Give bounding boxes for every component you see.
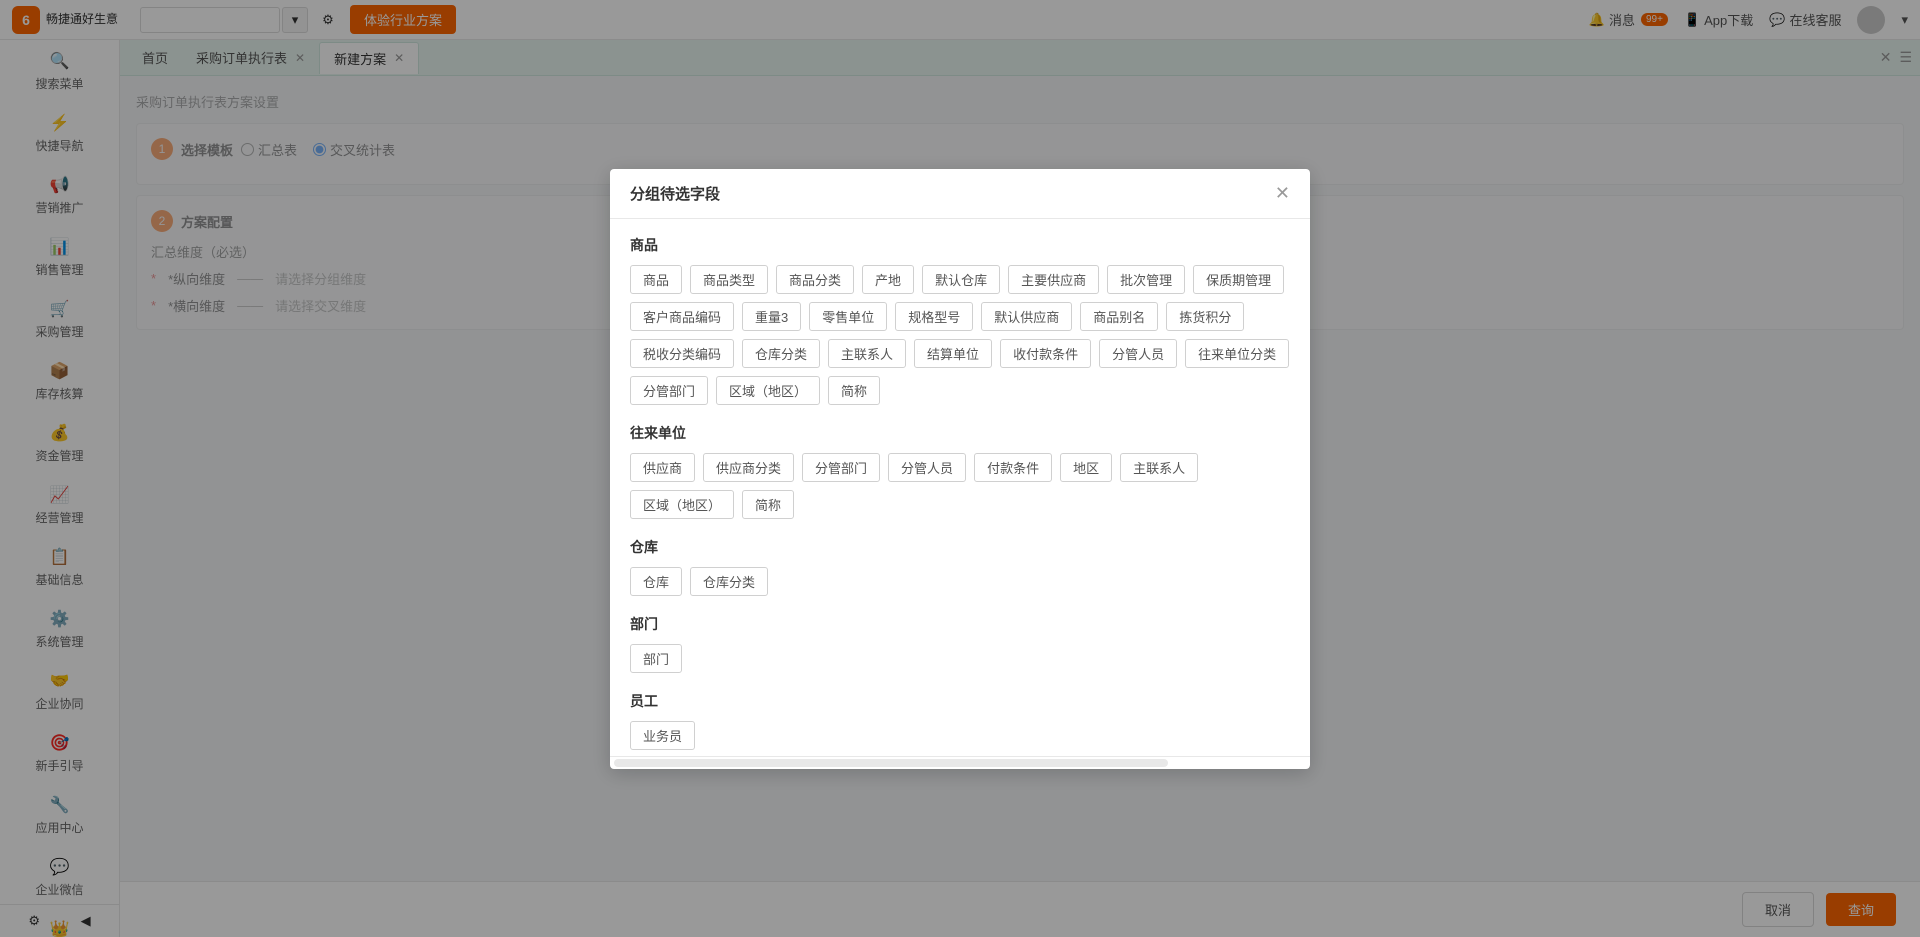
section-title-1: 往来单位 — [630, 423, 1290, 443]
field-tag-0-5[interactable]: 主要供应商 — [1008, 265, 1099, 294]
field-tag-1-7[interactable]: 区域（地区） — [630, 490, 734, 519]
field-tag-0-4[interactable]: 默认仓库 — [922, 265, 1000, 294]
field-tag-1-6[interactable]: 主联系人 — [1120, 453, 1198, 482]
field-tag-0-10[interactable]: 零售单位 — [809, 302, 887, 331]
field-section-往来单位: 往来单位供应商供应商分类分管部门分管人员付款条件地区主联系人区域（地区） 简称 — [630, 423, 1290, 519]
field-tag-0-6[interactable]: 批次管理 — [1107, 265, 1185, 294]
field-tag-1-1[interactable]: 供应商分类 — [703, 453, 794, 482]
field-section-员工: 员工业务员 — [630, 691, 1290, 750]
section-tags-3: 部门 — [630, 644, 1290, 673]
field-tag-0-11[interactable]: 规格型号 — [895, 302, 973, 331]
field-tag-0-0[interactable]: 商品 — [630, 265, 682, 294]
field-tag-1-4[interactable]: 付款条件 — [974, 453, 1052, 482]
modal-header: 分组待选字段 ✕ — [610, 169, 1310, 219]
field-tag-0-17[interactable]: 主联系人 — [828, 339, 906, 368]
section-title-0: 商品 — [630, 235, 1290, 255]
field-tag-2-0[interactable]: 仓库 — [630, 567, 682, 596]
field-section-部门: 部门部门 — [630, 614, 1290, 673]
field-tag-3-0[interactable]: 部门 — [630, 644, 682, 673]
section-title-3: 部门 — [630, 614, 1290, 634]
field-tag-1-8[interactable]: 简称 — [742, 490, 794, 519]
field-tag-0-23[interactable]: 区域（地区） — [716, 376, 820, 405]
section-title-2: 仓库 — [630, 537, 1290, 557]
field-tag-4-0[interactable]: 业务员 — [630, 721, 695, 750]
field-tag-0-3[interactable]: 产地 — [862, 265, 914, 294]
section-tags-0: 商品商品类型商品分类产地默认仓库主要供应商批次管理保质期管理客户商品编码重量3 零… — [630, 265, 1290, 405]
field-tag-0-24[interactable]: 简称 — [828, 376, 880, 405]
field-tag-1-5[interactable]: 地区 — [1060, 453, 1112, 482]
field-tag-0-8[interactable]: 客户商品编码 — [630, 302, 734, 331]
field-tag-1-0[interactable]: 供应商 — [630, 453, 695, 482]
section-tags-2: 仓库仓库分类 — [630, 567, 1290, 596]
field-tag-0-13[interactable]: 商品别名 — [1080, 302, 1158, 331]
field-tag-0-19[interactable]: 收付款条件 — [1000, 339, 1091, 368]
field-tag-2-1[interactable]: 仓库分类 — [690, 567, 768, 596]
field-tag-0-22[interactable]: 分管部门 — [630, 376, 708, 405]
field-tag-1-2[interactable]: 分管部门 — [802, 453, 880, 482]
modal-body: 商品商品商品类型商品分类产地默认仓库主要供应商批次管理保质期管理客户商品编码重量… — [610, 219, 1310, 756]
field-tag-0-1[interactable]: 商品类型 — [690, 265, 768, 294]
field-tag-0-14[interactable]: 拣货积分 — [1166, 302, 1244, 331]
field-tag-0-18[interactable]: 结算单位 — [914, 339, 992, 368]
field-tag-0-21[interactable]: 往来单位分类 — [1185, 339, 1289, 368]
field-tag-0-12[interactable]: 默认供应商 — [981, 302, 1072, 331]
section-title-4: 员工 — [630, 691, 1290, 711]
field-tag-0-9[interactable]: 重量3 — [742, 302, 801, 331]
field-tag-0-16[interactable]: 仓库分类 — [742, 339, 820, 368]
modal-title: 分组待选字段 — [630, 183, 720, 204]
field-selection-modal: 分组待选字段 ✕ 商品商品商品类型商品分类产地默认仓库主要供应商批次管理保质期管… — [610, 169, 1310, 769]
field-section-商品: 商品商品商品类型商品分类产地默认仓库主要供应商批次管理保质期管理客户商品编码重量… — [630, 235, 1290, 405]
field-tag-1-3[interactable]: 分管人员 — [888, 453, 966, 482]
section-tags-4: 业务员 — [630, 721, 1290, 750]
field-section-仓库: 仓库仓库仓库分类 — [630, 537, 1290, 596]
section-tags-1: 供应商供应商分类分管部门分管人员付款条件地区主联系人区域（地区） 简称 — [630, 453, 1290, 519]
field-tag-0-7[interactable]: 保质期管理 — [1193, 265, 1284, 294]
field-tag-0-20[interactable]: 分管人员 — [1099, 339, 1177, 368]
field-tag-0-2[interactable]: 商品分类 — [776, 265, 854, 294]
modal-horizontal-scrollbar[interactable] — [610, 756, 1310, 769]
modal-close-button[interactable]: ✕ — [1275, 183, 1290, 204]
field-tag-0-15[interactable]: 税收分类编码 — [630, 339, 734, 368]
